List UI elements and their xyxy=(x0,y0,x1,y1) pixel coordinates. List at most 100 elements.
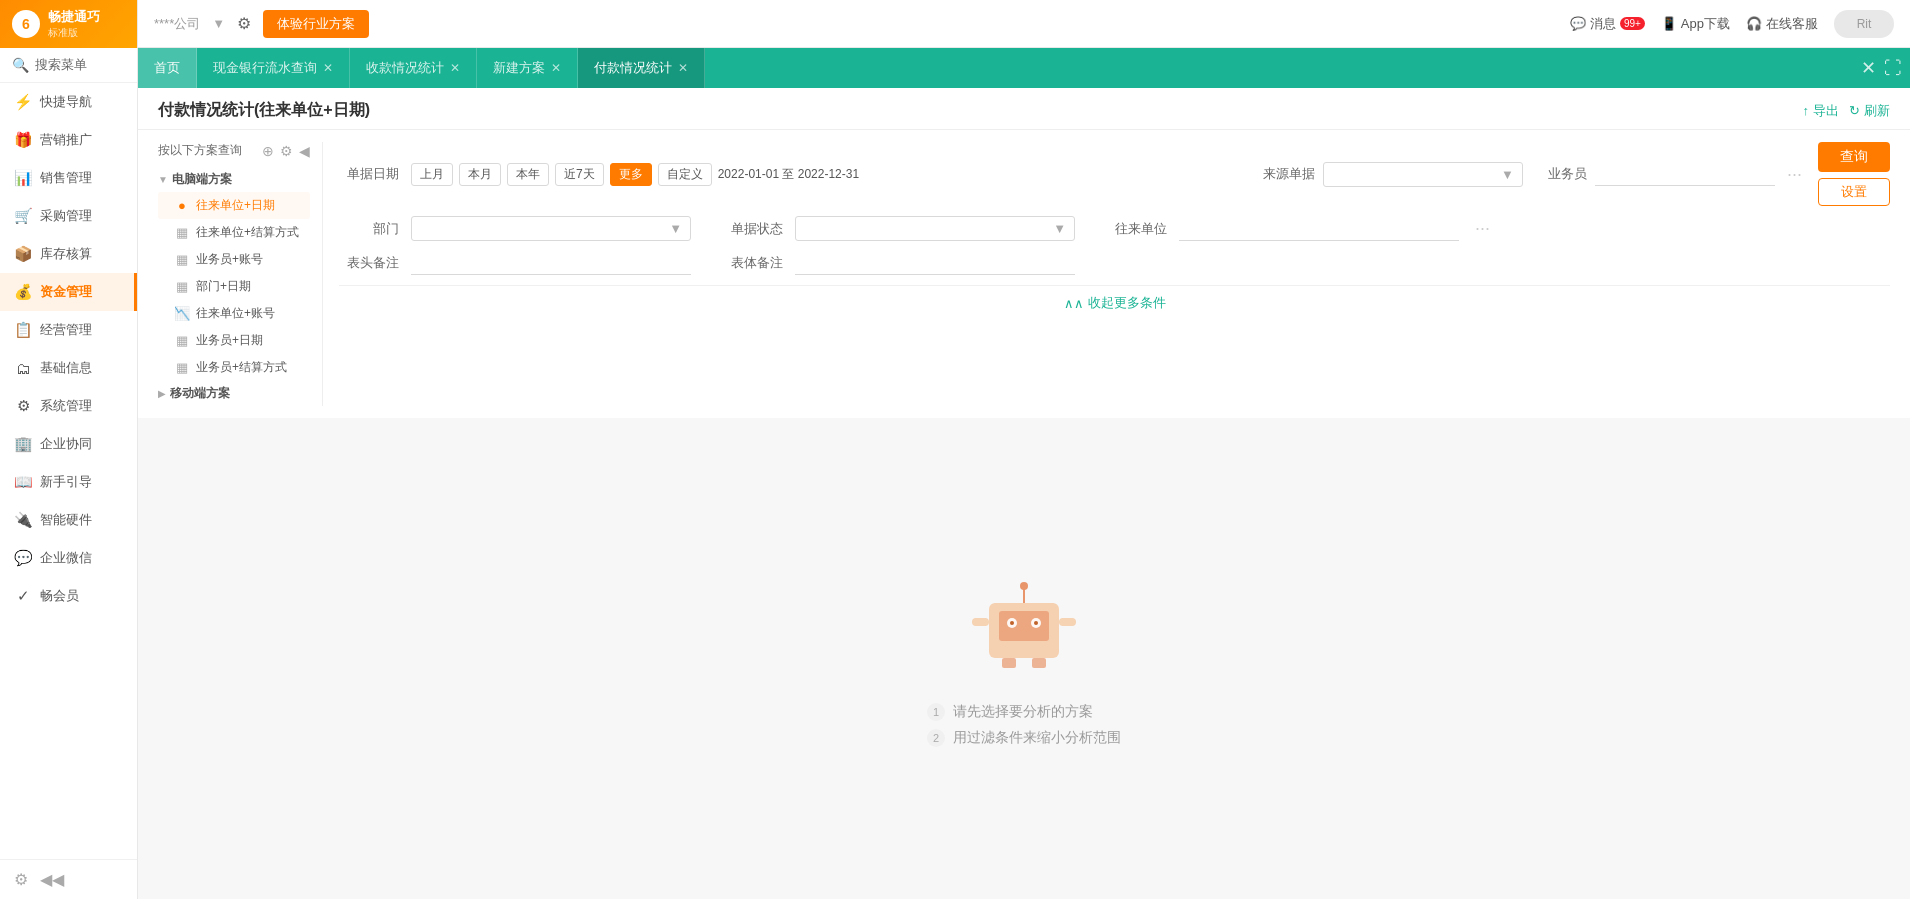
search-menu[interactable]: 🔍 搜索菜单 xyxy=(0,48,137,83)
new-scheme-tab-close-icon[interactable]: ✕ xyxy=(551,61,561,75)
online-service-btn[interactable]: 🎧 在线客服 xyxy=(1746,15,1818,33)
date-btn-custom[interactable]: 自定义 xyxy=(658,163,712,186)
scheme-item-unit-settle[interactable]: ▦ 往来单位+结算方式 xyxy=(158,219,310,246)
sales-icon: 📊 xyxy=(14,169,32,187)
member-icon: ✓ xyxy=(14,587,32,605)
doc-status-select[interactable]: ▼ xyxy=(795,216,1075,241)
scheme-item-label: 业务员+结算方式 xyxy=(196,359,287,376)
scheme-item-dept-date[interactable]: ▦ 部门+日期 xyxy=(158,273,310,300)
app-download-btn[interactable]: 📱 App下载 xyxy=(1661,15,1730,33)
sidebar-item-member[interactable]: ✓ 畅会员 xyxy=(0,577,137,615)
msg-num-1: 1 xyxy=(927,703,945,721)
sidebar-item-fund[interactable]: 💰 资金管理 xyxy=(0,273,137,311)
sidebar-item-inventory[interactable]: 📦 库存核算 xyxy=(0,235,137,273)
payments-tab-close-icon[interactable]: ✕ xyxy=(678,61,688,75)
table-body-label: 表体备注 xyxy=(723,254,783,272)
collapse-sidebar-icon[interactable]: ◀◀ xyxy=(40,870,64,889)
filter-form: 单据日期 上月 本月 本年 近7天 更多 自定义 2022-01-01 至 20… xyxy=(339,142,1890,406)
dropdown-arrow-icon[interactable]: ▼ xyxy=(212,16,225,31)
scheme-item-label: 业务员+账号 xyxy=(196,251,263,268)
collapse-label: 收起更多条件 xyxy=(1088,294,1166,312)
tabs-right: ✕ ⛶ xyxy=(1861,57,1910,79)
empty-messages: 1 请先选择要分析的方案 2 用过滤条件来缩小分析范围 xyxy=(927,703,1121,755)
basic-icon: 🗂 xyxy=(14,360,32,377)
tab-new-scheme[interactable]: 新建方案 ✕ xyxy=(477,48,578,88)
unit-settle-icon: ▦ xyxy=(174,225,190,240)
sidebar-item-basic[interactable]: 🗂 基础信息 xyxy=(0,349,137,387)
notification-btn[interactable]: 💬 消息 99+ xyxy=(1570,15,1645,33)
staff-account-icon: ▦ xyxy=(174,252,190,267)
tab-bank[interactable]: 现金银行流水查询 ✕ xyxy=(197,48,350,88)
sidebar-item-system[interactable]: ⚙ 系统管理 xyxy=(0,387,137,425)
setting-btn[interactable]: 设置 xyxy=(1818,178,1890,206)
filter-row-dept: 部门 ▼ 单据状态 ▼ 往来单位 ··· xyxy=(339,216,1890,241)
topbar-gear-icon[interactable]: ⚙ xyxy=(237,14,251,33)
tab-receipts[interactable]: 收款情况统计 ✕ xyxy=(350,48,477,88)
scheme-item-staff-account[interactable]: ▦ 业务员+账号 xyxy=(158,246,310,273)
scheme-item-staff-date[interactable]: ▦ 业务员+日期 xyxy=(158,327,310,354)
tab-home[interactable]: 首页 xyxy=(138,48,197,88)
table-header-input[interactable] xyxy=(411,251,691,275)
headset-icon: 🎧 xyxy=(1746,16,1762,31)
partner-input[interactable] xyxy=(1179,217,1459,241)
sidebar-item-weixin[interactable]: 💬 企业微信 xyxy=(0,539,137,577)
date-btn-this-year[interactable]: 本年 xyxy=(507,163,549,186)
partner-dots-icon[interactable]: ··· xyxy=(1475,218,1490,239)
source-select[interactable]: ▼ xyxy=(1323,162,1523,187)
sidebar-item-corp[interactable]: 🏢 企业协同 xyxy=(0,425,137,463)
dept-select[interactable]: ▼ xyxy=(411,216,691,241)
avatar[interactable]: Rit xyxy=(1834,10,1894,38)
filter-row-date: 单据日期 上月 本月 本年 近7天 更多 自定义 2022-01-01 至 20… xyxy=(339,142,1890,206)
partner-label: 往来单位 xyxy=(1107,220,1167,238)
company-name: ****公司 xyxy=(154,15,200,33)
staff-dots-icon[interactable]: ··· xyxy=(1787,164,1802,185)
scheme-setting-icon[interactable]: ⚙ xyxy=(280,143,293,159)
unit-date-icon: ● xyxy=(174,198,190,213)
date-btn-last-month[interactable]: 上月 xyxy=(411,163,453,186)
tab-expand-icon[interactable]: ⛶ xyxy=(1884,58,1902,79)
date-btn-7days[interactable]: 近7天 xyxy=(555,163,604,186)
scheme-item-unit-date[interactable]: ● 往来单位+日期 xyxy=(158,192,310,219)
collapse-btn[interactable]: ∧∧ 收起更多条件 xyxy=(339,285,1890,320)
sidebar-item-sales[interactable]: 📊 销售管理 xyxy=(0,159,137,197)
desktop-category-label: 电脑端方案 xyxy=(172,171,232,188)
doc-status-arrow-icon: ▼ xyxy=(1053,221,1066,236)
sidebar-item-label: 企业协同 xyxy=(40,435,92,453)
refresh-btn[interactable]: ↻ 刷新 xyxy=(1849,102,1890,120)
sidebar-item-label: 营销推广 xyxy=(40,131,92,149)
export-btn[interactable]: ↑ 导出 xyxy=(1803,102,1840,120)
sidebar-item-quick-nav[interactable]: ⚡ 快捷导航 xyxy=(0,83,137,121)
sidebar-item-operations[interactable]: 📋 经营管理 xyxy=(0,311,137,349)
mobile-category[interactable]: ▶ 移动端方案 xyxy=(158,381,310,406)
staff-settle-icon: ▦ xyxy=(174,360,190,375)
trial-btn[interactable]: 体验行业方案 xyxy=(263,10,369,38)
scheme-item-staff-settle[interactable]: ▦ 业务员+结算方式 xyxy=(158,354,310,381)
tab-payments[interactable]: 付款情况统计 ✕ xyxy=(578,48,705,88)
bank-tab-close-icon[interactable]: ✕ xyxy=(323,61,333,75)
sidebar-item-hardware[interactable]: 🔌 智能硬件 xyxy=(0,501,137,539)
scheme-collapse-icon[interactable]: ◀ xyxy=(299,143,310,159)
sidebar-item-label: 基础信息 xyxy=(40,359,92,377)
desktop-category[interactable]: ▼ 电脑端方案 xyxy=(158,167,310,192)
msg-text-1: 请先选择要分析的方案 xyxy=(953,703,1093,721)
tab-close-all-icon[interactable]: ✕ xyxy=(1861,57,1876,79)
sidebar-item-label: 采购管理 xyxy=(40,207,92,225)
date-btn-this-month[interactable]: 本月 xyxy=(459,163,501,186)
staff-input[interactable] xyxy=(1595,162,1775,186)
sidebar-item-guide[interactable]: 📖 新手引导 xyxy=(0,463,137,501)
sidebar-item-purchase[interactable]: 🛒 采购管理 xyxy=(0,197,137,235)
page-content: 付款情况统计(往来单位+日期) ↑ 导出 ↻ 刷新 按以下方案查询 ⊕ xyxy=(138,88,1910,899)
table-body-input[interactable] xyxy=(795,251,1075,275)
add-scheme-icon[interactable]: ⊕ xyxy=(262,143,274,159)
fund-icon: 💰 xyxy=(14,283,32,301)
settings-footer-icon[interactable]: ⚙ xyxy=(14,870,28,889)
date-btn-more[interactable]: 更多 xyxy=(610,163,652,186)
scheme-item-label: 部门+日期 xyxy=(196,278,251,295)
corp-icon: 🏢 xyxy=(14,435,32,453)
receipts-tab-close-icon[interactable]: ✕ xyxy=(450,61,460,75)
query-btn[interactable]: 查询 xyxy=(1818,142,1890,172)
system-icon: ⚙ xyxy=(14,397,32,415)
scheme-item-unit-account[interactable]: 📉 往来单位+账号 xyxy=(158,300,310,327)
sidebar-item-marketing[interactable]: 🎁 营销推广 xyxy=(0,121,137,159)
filter-row-remarks: 表头备注 表体备注 xyxy=(339,251,1890,275)
